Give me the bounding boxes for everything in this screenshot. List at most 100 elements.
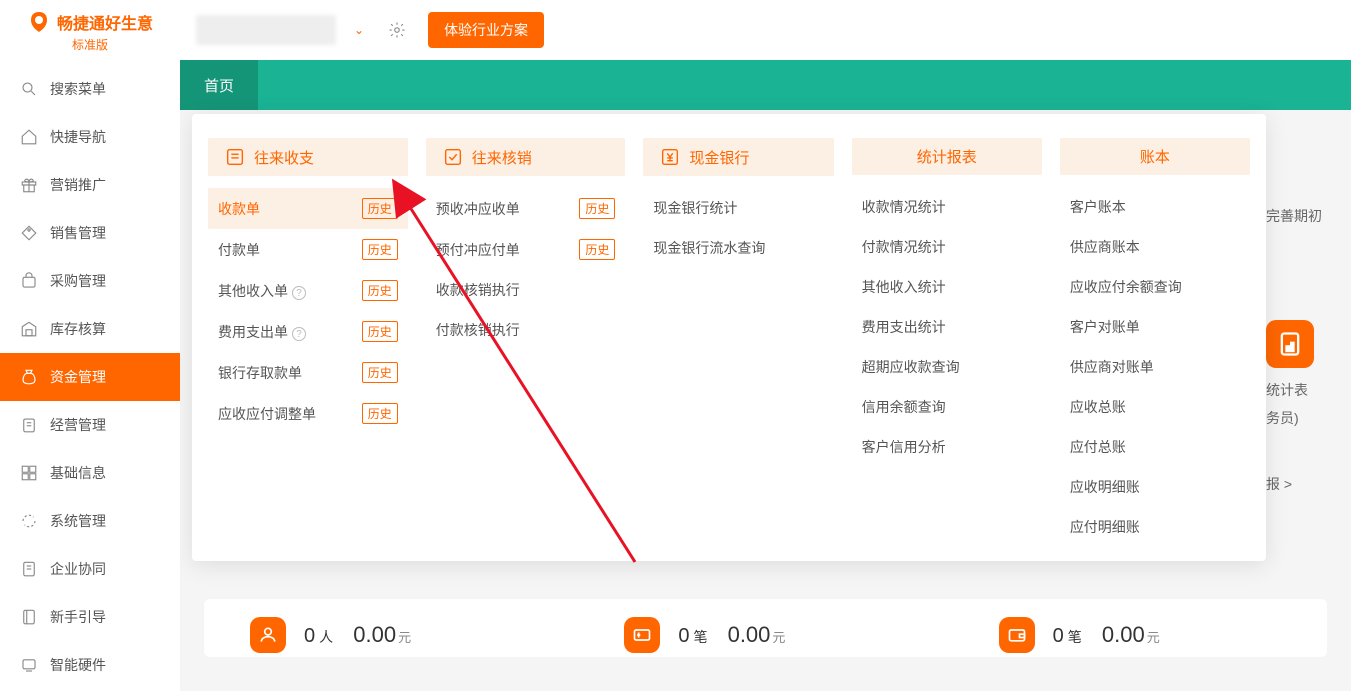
menu-item-credit-balance[interactable]: 信用余额查询: [852, 387, 1042, 427]
peek-text: 完善期初: [1266, 202, 1351, 230]
menu-item-ap-detail[interactable]: 应付明细账: [1060, 507, 1250, 547]
menu-item-other-income[interactable]: 其他收入单? 历史: [208, 270, 408, 311]
menu-item-bank-transfer[interactable]: 银行存取款单 历史: [208, 352, 408, 393]
nav-operation[interactable]: 经营管理: [0, 401, 180, 449]
content-area: 往来收支 收款单 历史 付款单 历史 其他收入单? 历史: [180, 110, 1351, 691]
sidebar: 畅捷通好生意 标准版 搜索菜单 快捷导航 营销推广 销售管理: [0, 0, 180, 691]
history-tag[interactable]: 历史: [579, 198, 615, 219]
history-tag[interactable]: 历史: [362, 403, 398, 424]
menu-item-prepay-offset[interactable]: 预付冲应付单 历史: [426, 229, 626, 270]
mega-col-reports: 统计报表 收款情况统计 付款情况统计 其他收入统计 费用支出统计 超期应收款查询…: [852, 138, 1042, 547]
peek-text: 统计表: [1266, 376, 1351, 404]
nav-label: 智能硬件: [50, 655, 106, 675]
book-icon: [20, 608, 38, 626]
nav-guide[interactable]: 新手引导: [0, 593, 180, 641]
help-icon[interactable]: ?: [292, 327, 306, 341]
menu-item-label: 付款情况统计: [862, 237, 946, 257]
menu-item-arap-adjust[interactable]: 应收应付调整单 历史: [208, 393, 408, 434]
menu-item-cashbank-flow[interactable]: 现金银行流水查询: [643, 228, 833, 268]
tag-icon: [20, 224, 38, 242]
money-bag-icon: [20, 368, 38, 386]
report-quick-icon[interactable]: [1266, 320, 1314, 368]
nav-label: 快捷导航: [50, 127, 106, 147]
menu-item-label: 费用支出单: [218, 324, 288, 340]
history-tag[interactable]: 历史: [362, 280, 398, 301]
funds-mega-menu: 往来收支 收款单 历史 付款单 历史 其他收入单? 历史: [192, 114, 1266, 561]
menu-item-arap-balance[interactable]: 应收应付余额查询: [1060, 267, 1250, 307]
nav-basedata[interactable]: 基础信息: [0, 449, 180, 497]
nav-funds[interactable]: 资金管理: [0, 353, 180, 401]
menu-item-expense-stat[interactable]: 费用支出统计: [852, 307, 1042, 347]
menu-item-label: 预收冲应收单: [436, 199, 520, 219]
nav-label: 企业协同: [50, 559, 106, 579]
menu-item-label: 应收应付调整单: [218, 406, 316, 422]
menu-item-vendor-statement[interactable]: 供应商对账单: [1060, 347, 1250, 387]
menu-item-label: 应收应付余额查询: [1070, 277, 1182, 297]
menu-item-otherincome-stat[interactable]: 其他收入统计: [852, 267, 1042, 307]
menu-item-customer-statement[interactable]: 客户对账单: [1060, 307, 1250, 347]
stat-card: 0人 0.00元: [204, 617, 578, 653]
menu-item-ar-detail[interactable]: 应收明细账: [1060, 467, 1250, 507]
peek-text: 务员): [1266, 404, 1351, 432]
nav-quicknav[interactable]: 快捷导航: [0, 113, 180, 161]
topbar: ⌄ 体验行业方案: [180, 0, 1351, 60]
menu-item-prereceipt-offset[interactable]: 预收冲应收单 历史: [426, 188, 626, 229]
nav-search[interactable]: 搜索菜单: [0, 65, 180, 113]
nav-label: 基础信息: [50, 463, 106, 483]
menu-item-label: 预付冲应付单: [436, 240, 520, 260]
menu-item-label: 信用余额查询: [862, 397, 946, 417]
history-tag[interactable]: 历史: [362, 321, 398, 342]
history-tag[interactable]: 历史: [362, 239, 398, 260]
mega-col-title: 往来核销: [472, 147, 532, 168]
industry-plan-button[interactable]: 体验行业方案: [428, 12, 544, 48]
nav-label: 采购管理: [50, 271, 106, 291]
help-icon[interactable]: ?: [292, 286, 306, 300]
mega-col-title: 现金银行: [689, 147, 749, 168]
menu-item-ap-general[interactable]: 应付总账: [1060, 427, 1250, 467]
mega-col-ledgers: 账本 客户账本 供应商账本 应收应付余额查询 客户对账单 供应商对账单 应收总账…: [1060, 138, 1250, 547]
history-tag[interactable]: 历史: [362, 198, 398, 219]
nav-system[interactable]: 系统管理: [0, 497, 180, 545]
tab-label: 首页: [204, 75, 234, 96]
nav-marketing[interactable]: 营销推广: [0, 161, 180, 209]
mega-col-title: 往来收支: [254, 147, 314, 168]
menu-item-label: 现金银行流水查询: [653, 238, 765, 258]
mega-col-title: 账本: [1140, 146, 1170, 167]
menu-item-customer-ledger[interactable]: 客户账本: [1060, 187, 1250, 227]
nav-label: 营销推广: [50, 175, 106, 195]
menu-item-expense[interactable]: 费用支出单? 历史: [208, 311, 408, 352]
menu-item-payment-stat[interactable]: 付款情况统计: [852, 227, 1042, 267]
menu-item-overdue-ar[interactable]: 超期应收款查询: [852, 347, 1042, 387]
menu-item-payment-bill[interactable]: 付款单 历史: [208, 229, 408, 270]
menu-item-vendor-ledger[interactable]: 供应商账本: [1060, 227, 1250, 267]
history-tag[interactable]: 历史: [362, 362, 398, 383]
device-icon: [20, 656, 38, 674]
nav-label: 经营管理: [50, 415, 106, 435]
menu-item-cashbank-stat[interactable]: 现金银行统计: [643, 188, 833, 228]
nav-inventory[interactable]: 库存核算: [0, 305, 180, 353]
menu-item-receipt-bill[interactable]: 收款单 历史: [208, 188, 408, 229]
nav-coop[interactable]: 企业协同: [0, 545, 180, 593]
menu-item-receipt-stat[interactable]: 收款情况统计: [852, 187, 1042, 227]
right-peek: 完善期初 统计表 务员) 报 >: [1266, 122, 1351, 498]
menu-item-credit-analysis[interactable]: 客户信用分析: [852, 427, 1042, 467]
menu-item-payment-verify-exec[interactable]: 付款核销执行: [426, 310, 626, 350]
menu-item-label: 应收总账: [1070, 397, 1126, 417]
menu-item-receipt-verify-exec[interactable]: 收款核销执行: [426, 270, 626, 310]
peek-text[interactable]: 报 >: [1266, 470, 1351, 498]
menu-item-label: 付款核销执行: [436, 320, 520, 340]
home-icon: [20, 128, 38, 146]
nav-sales[interactable]: 销售管理: [0, 209, 180, 257]
settings-button[interactable]: [382, 15, 412, 45]
tab-home[interactable]: 首页: [180, 60, 258, 110]
sync-icon: [20, 512, 38, 530]
main: ⌄ 体验行业方案 首页 往来收支 收款单: [180, 0, 1351, 691]
nav-purchase[interactable]: 采购管理: [0, 257, 180, 305]
nav-hardware[interactable]: 智能硬件: [0, 641, 180, 689]
tabbar: 首页: [180, 60, 1351, 110]
history-tag[interactable]: 历史: [579, 239, 615, 260]
menu-item-label: 超期应收款查询: [862, 357, 960, 377]
menu-item-ar-general[interactable]: 应收总账: [1060, 387, 1250, 427]
org-dropdown-toggle[interactable]: ⌄: [346, 23, 372, 37]
stat-money-icon: [624, 617, 660, 653]
